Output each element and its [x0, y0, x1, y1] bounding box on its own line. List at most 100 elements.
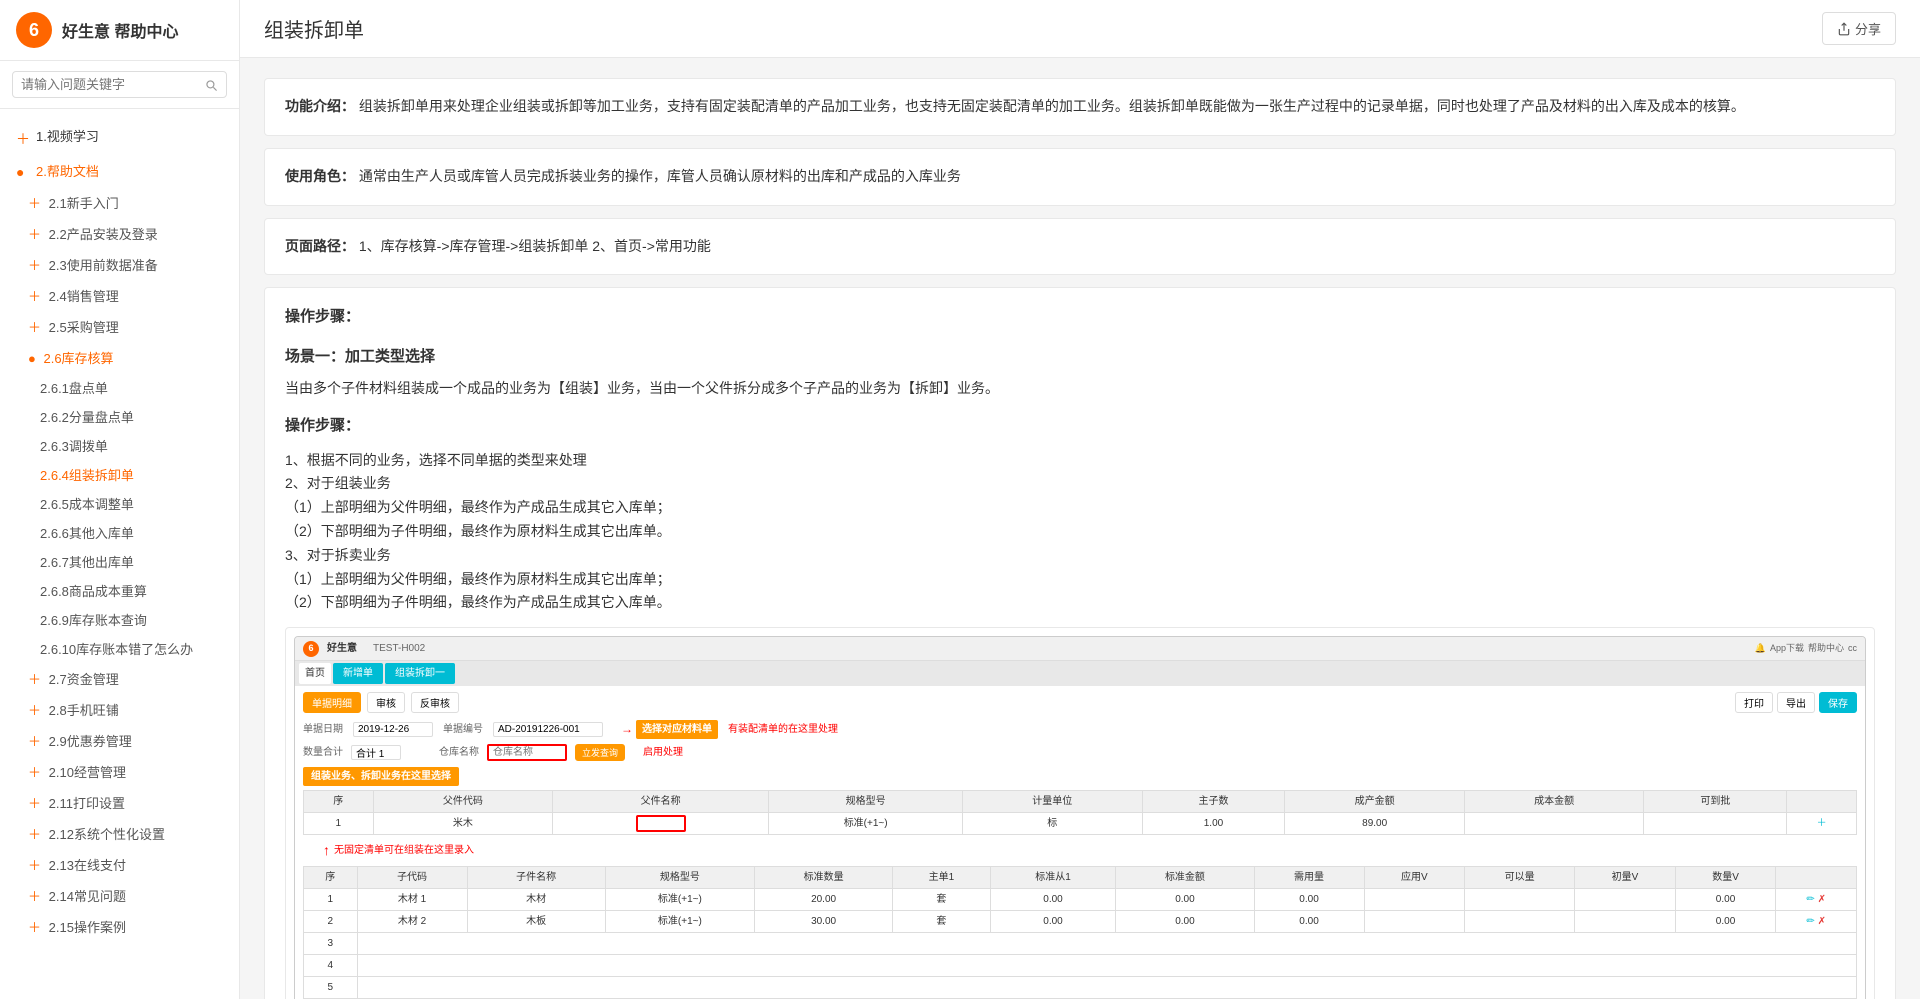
mock-fields-row2: 数量合计 仓库名称 立发查询 启用处理	[303, 744, 1857, 761]
sidebar-item-2-6-9[interactable]: 2.6.9库存账本查询	[40, 605, 239, 634]
mock-btn-unaudit[interactable]: 反审核	[411, 692, 459, 713]
mock-btn-print[interactable]: 打印	[1735, 692, 1773, 713]
th-prod-amt: 成产金额	[1285, 790, 1465, 812]
th-spec: 规格型号	[769, 790, 963, 812]
step2-sub2: （2）下部明细为子件明细，最终作为原材料生成其它出库单。	[285, 520, 1875, 544]
mock-tab-home[interactable]: 首页	[299, 663, 331, 684]
plus-icon-sm: ＋	[28, 765, 41, 780]
sidebar-item-mobile[interactable]: ＋ 2.8手机旺铺	[28, 694, 239, 725]
scell-code: 木材 1	[357, 889, 467, 911]
plus-icon-sm: ＋	[28, 196, 41, 211]
scell2-std: 30.00	[754, 911, 892, 933]
scell4-empty	[357, 955, 1856, 977]
sth-spec: 规格型号	[605, 867, 754, 889]
mock-field-warehouse[interactable]	[487, 744, 567, 761]
step3-sub2: （2）下部明细为子件明细，最终作为产成品生成其它入库单。	[285, 591, 1875, 615]
sidebar-item-2-6-5[interactable]: 2.6.5成本调整单	[40, 489, 239, 518]
scell-del-icon[interactable]: ✗	[1818, 894, 1826, 905]
th-parent-code: 父件代码	[373, 790, 553, 812]
sidebar-item-print[interactable]: ＋ 2.11打印设置	[28, 787, 239, 818]
sidebar-item-sales[interactable]: ＋ 2.4销售管理	[28, 280, 239, 311]
plus-icon: ＋	[16, 129, 30, 143]
sidebar-item-install[interactable]: ＋ 2.2产品安装及登录	[28, 218, 239, 249]
sidebar-item-finance[interactable]: ＋ 2.7资金管理	[28, 663, 239, 694]
mock-tab-action[interactable]: 组装拆卸一	[385, 663, 455, 684]
sth-std-qty: 标准数量	[754, 867, 892, 889]
scell-amt: 0.00	[1116, 889, 1254, 911]
scell2-ops: ✏ ✗	[1776, 911, 1857, 933]
mock-btn-save[interactable]: 保存	[1819, 692, 1857, 713]
sidebar-item-cases[interactable]: ＋ 2.15操作案例	[28, 911, 239, 942]
sidebar-item-coupon[interactable]: ＋ 2.9优惠券管理	[28, 725, 239, 756]
th-cost-amt: 成本金额	[1464, 790, 1644, 812]
mock-btn-audit[interactable]: 审核	[367, 692, 405, 713]
sidebar-item-personalize[interactable]: ＋ 2.12系统个性化设置	[28, 818, 239, 849]
path-text: 页面路径： 1、库存核算->库存管理->组装拆卸单 2、首页->常用功能	[285, 235, 1875, 259]
cell-unit: 标	[963, 812, 1143, 834]
sidebar-item-video-learning[interactable]: ＋ 1.视频学习	[0, 119, 239, 152]
mock-field-date[interactable]	[353, 722, 433, 737]
scell5-empty	[357, 977, 1856, 999]
sidebar-item-2-6-6[interactable]: 2.6.6其他入库单	[40, 518, 239, 547]
search-input[interactable]	[21, 77, 204, 92]
scell-edit-icon[interactable]: ✏	[1806, 894, 1814, 905]
mock-tab-new[interactable]: 新增单	[333, 663, 383, 684]
mock-toolbar: 单据明细 审核 反审核 打印 导出 保存	[303, 692, 1857, 713]
cell-add-icon[interactable]: ＋	[1817, 818, 1827, 829]
sidebar-item-2-6-2[interactable]: 2.6.2分量盘点单	[40, 402, 239, 431]
annotation3-box: 组装业务、拆卸业务在这里选择	[303, 767, 459, 786]
nav-tree: ＋ 1.视频学习 ● 2.帮助文档 ＋ 2.1新手入门 ＋ 2.2产品安装及登录	[0, 109, 239, 999]
scell-avail	[1465, 889, 1575, 911]
mock-field-no[interactable]	[493, 722, 603, 737]
mock-btn-warehouse-select[interactable]: 立发查询	[575, 744, 625, 761]
plus-icon-sm: ＋	[28, 920, 41, 935]
mock-icon3: 帮助中心	[1808, 641, 1844, 656]
nav-section-1: ＋ 1.视频学习	[0, 119, 239, 152]
scell-seq: 1	[304, 889, 358, 911]
sidebar-item-help-docs[interactable]: ● 2.帮助文档	[0, 154, 239, 187]
step2: 2、对于组装业务	[285, 472, 1875, 496]
intro-label: 功能介绍：	[285, 98, 355, 114]
scell2-edit-icon[interactable]: ✏	[1806, 916, 1814, 927]
sidebar-item-2-6-7[interactable]: 2.6.7其他出库单	[40, 547, 239, 576]
screenshot-container: 6 好生意 TEST-H002 🔔 App下载 帮助中心 cc 首页	[285, 627, 1875, 999]
plus-icon-sm: ＋	[28, 858, 41, 873]
sidebar-item-faq[interactable]: ＋ 2.14常见问题	[28, 880, 239, 911]
sth-std-from: 标准从1	[990, 867, 1116, 889]
sidebar-item-2-6-3[interactable]: 2.6.3调拨单	[40, 431, 239, 460]
sidebar-item-ops-mgmt[interactable]: ＋ 2.10经营管理	[28, 756, 239, 787]
sub-table-row5: 5	[304, 977, 1857, 999]
role-label: 使用角色：	[285, 168, 355, 184]
mock-field-count[interactable]	[351, 745, 401, 760]
sidebar-item-inventory[interactable]: ● 2.6库存核算	[28, 342, 239, 373]
mock-btn-detail[interactable]: 单据明细	[303, 692, 361, 713]
mock-input-name[interactable]	[636, 815, 686, 832]
sidebar-item-purchase[interactable]: ＋ 2.5采购管理	[28, 311, 239, 342]
share-button[interactable]: 分享	[1822, 12, 1896, 45]
count-label: 数量合计	[303, 744, 343, 761]
sidebar-item-2-6-1[interactable]: 2.6.1盘点单	[40, 373, 239, 402]
mock-nav-tabs: 首页 新增单 组装拆卸一	[295, 661, 1865, 686]
th-unit: 计量单位	[963, 790, 1143, 812]
sidebar-item-data-prep[interactable]: ＋ 2.3使用前数据准备	[28, 249, 239, 280]
plus-icon-sm: ＋	[28, 796, 41, 811]
sidebar-item-payment[interactable]: ＋ 2.13在线支付	[28, 849, 239, 880]
scell5-seq: 5	[304, 977, 358, 999]
mock-content-area: 单据明细 审核 反审核 打印 导出 保存 单据日期	[295, 686, 1865, 999]
search-box[interactable]	[12, 71, 227, 98]
plus-icon-sm: ＋	[28, 672, 41, 687]
ops-heading2: 操作步骤：	[285, 413, 1875, 439]
scell2-del-icon[interactable]: ✗	[1818, 916, 1826, 927]
mock-btn-export[interactable]: 导出	[1777, 692, 1815, 713]
table-row: 1 米木 标准(+1~) 标 1.00 89.00	[304, 812, 1857, 834]
sidebar-item-2-6-10[interactable]: 2.6.10库存账本错了怎么办	[40, 634, 239, 663]
sidebar-item-beginner[interactable]: ＋ 2.1新手入门	[28, 187, 239, 218]
scell2-init	[1575, 911, 1676, 933]
scell3-seq: 3	[304, 933, 358, 955]
scell2-spec: 标准(+1~)	[605, 911, 754, 933]
mock-app-title: 好生意	[327, 640, 357, 657]
mock-right-toolbar: 打印 导出 保存	[1735, 692, 1857, 713]
sidebar-item-2-6-4[interactable]: 2.6.4组装拆卸单	[40, 460, 239, 489]
sidebar-item-2-6-8[interactable]: 2.6.8商品成本重算	[40, 576, 239, 605]
cell-prod: 89.00	[1285, 812, 1465, 834]
